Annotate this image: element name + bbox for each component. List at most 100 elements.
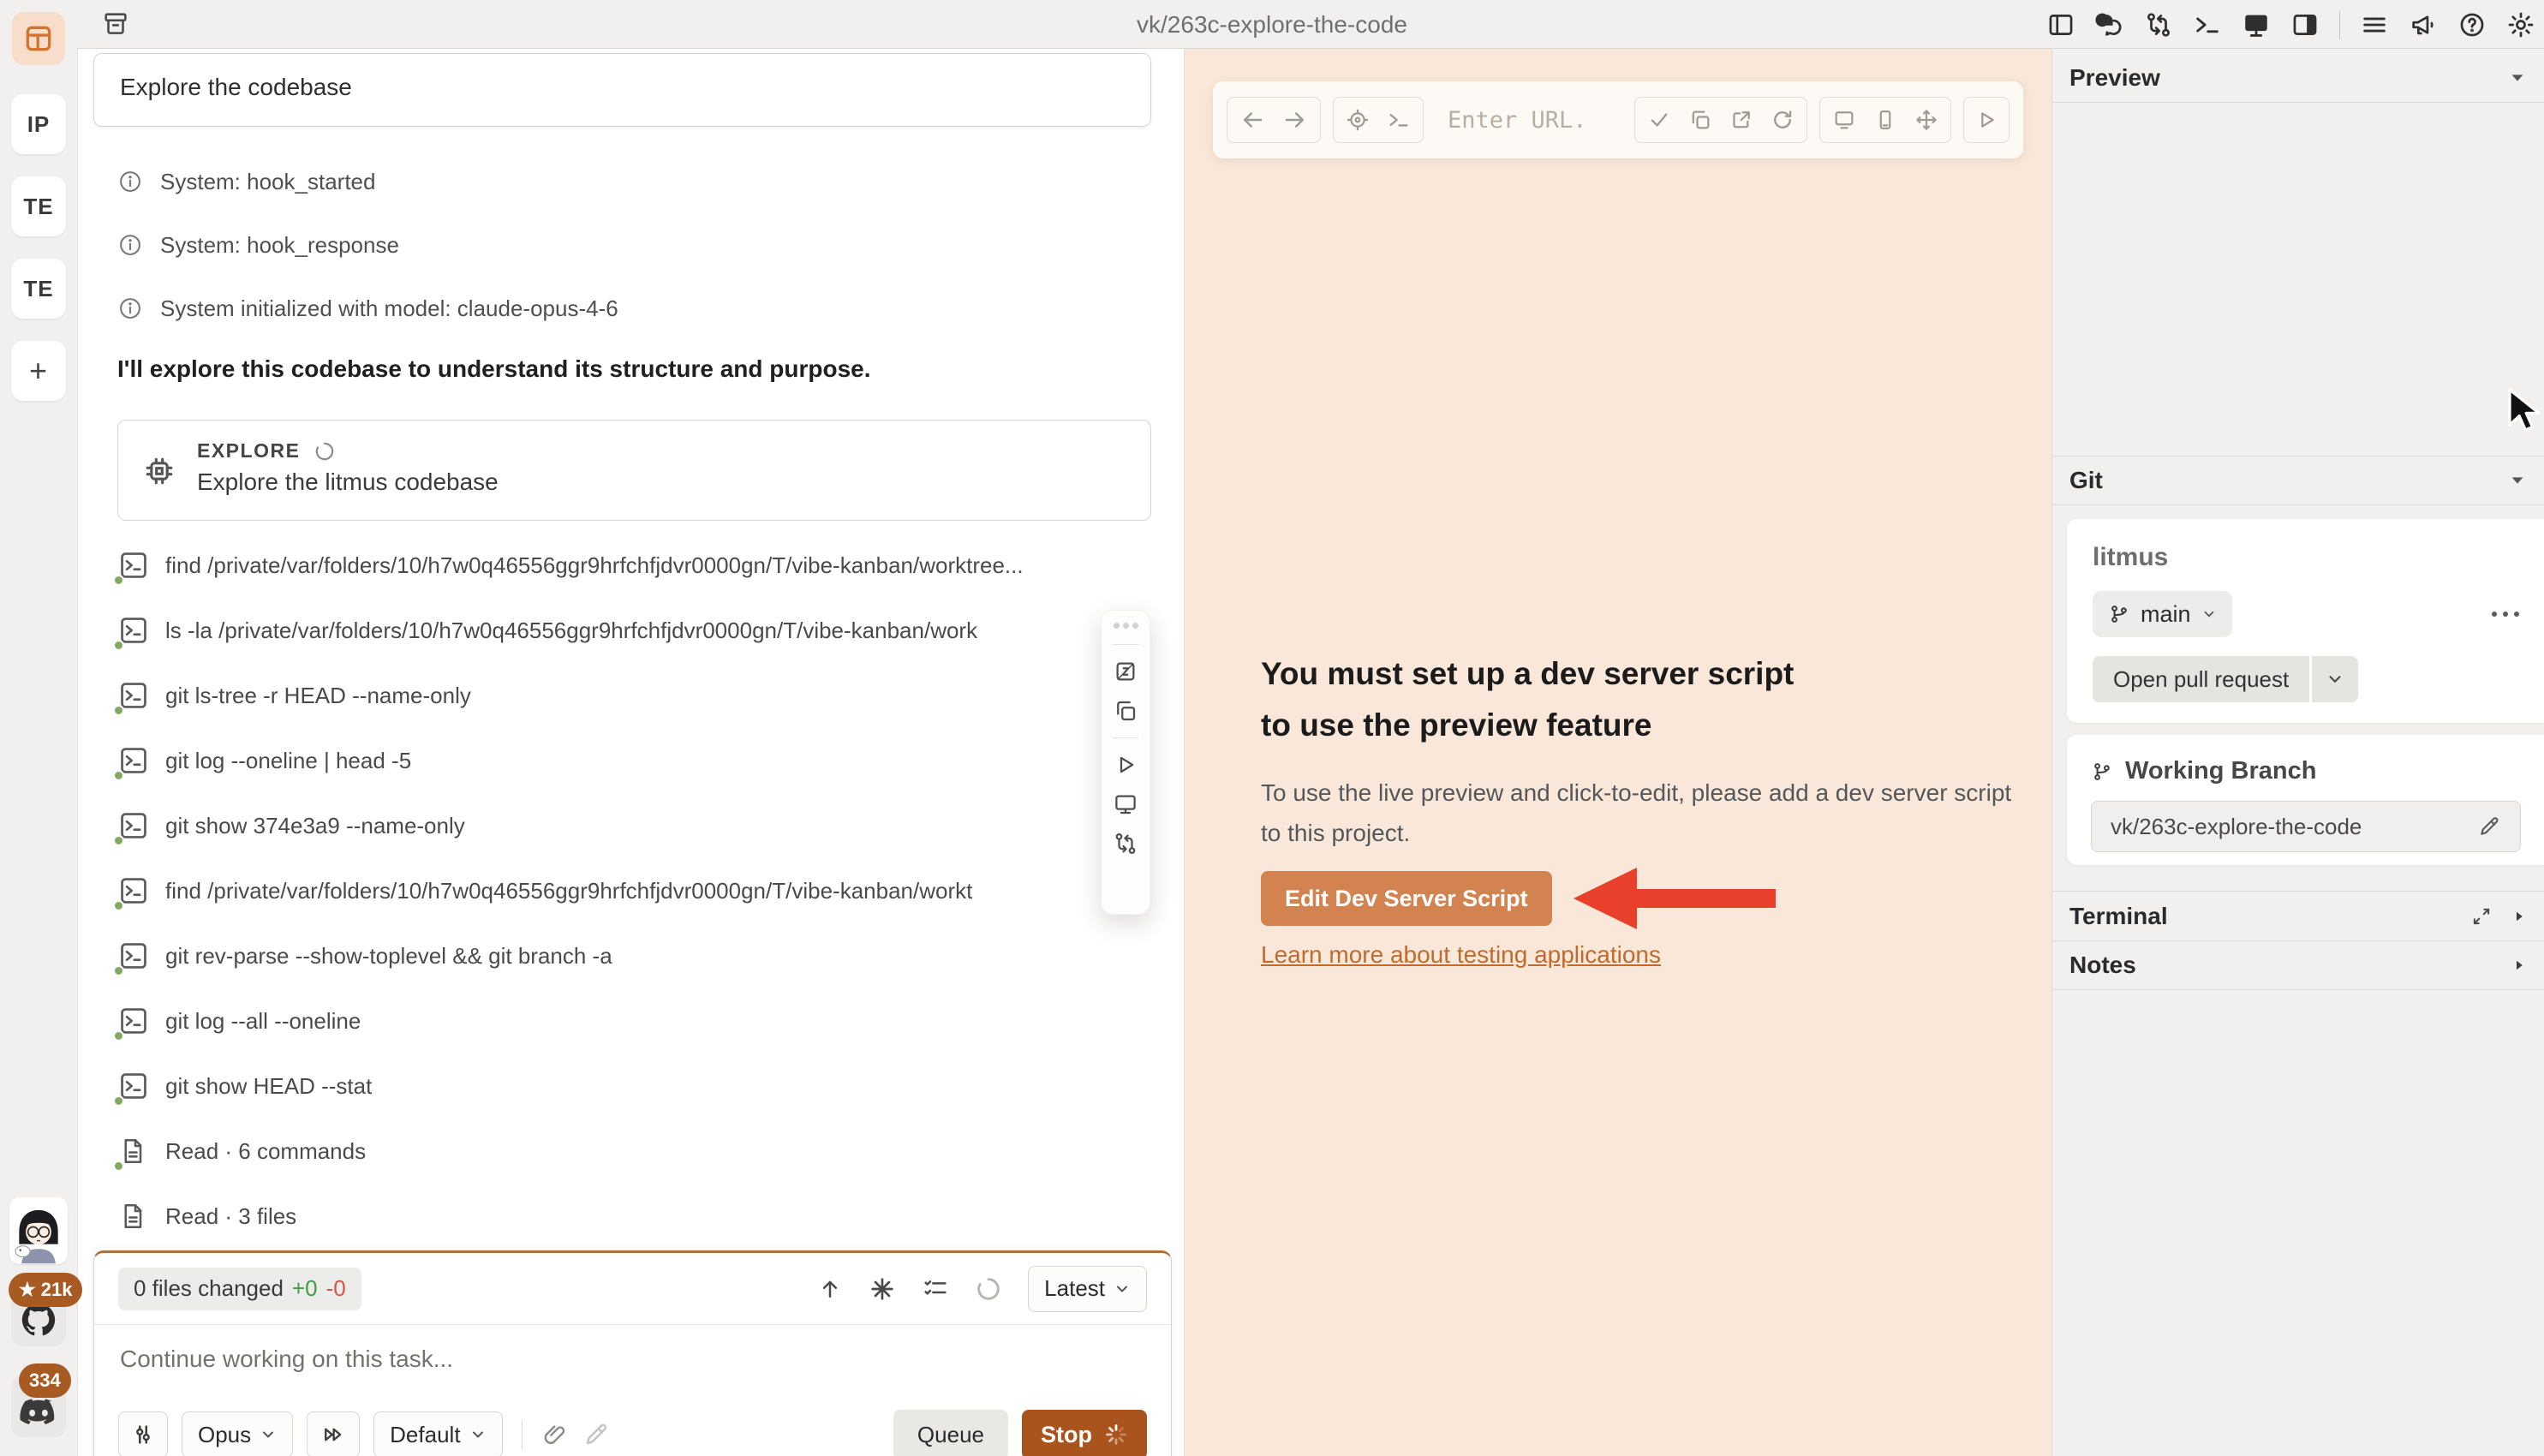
kanban-board-icon[interactable] (12, 12, 65, 65)
terminal-run-icon (117, 614, 150, 647)
panel-left-icon[interactable] (2046, 10, 2075, 39)
add-workspace-button[interactable]: + (11, 341, 66, 401)
workspace-tab-3[interactable]: TE (11, 259, 66, 319)
edit-pencil-icon[interactable] (2477, 815, 2501, 838)
git-compare-icon[interactable] (2144, 10, 2173, 39)
queue-button[interactable]: Queue (893, 1410, 1008, 1456)
triangle-down-icon (2508, 471, 2527, 490)
move-icon[interactable] (1914, 108, 1938, 132)
monitor-icon[interactable] (2242, 10, 2271, 39)
check-icon[interactable] (1647, 108, 1671, 132)
drag-handle[interactable] (1114, 623, 1138, 629)
latest-dropdown[interactable]: Latest (1028, 1266, 1147, 1312)
screenshot-icon[interactable] (1113, 659, 1138, 684)
notes-section-header[interactable]: Notes (2052, 940, 2544, 990)
command-row[interactable]: git ls-tree -r HEAD --name-only (78, 663, 1157, 728)
task-panel: Explore the codebase System: hook_starte… (77, 49, 1185, 1456)
copy-icon[interactable] (1113, 698, 1138, 724)
task-title-card[interactable]: Explore the codebase (93, 53, 1151, 127)
desktop-icon[interactable] (1832, 108, 1856, 132)
git-section-header[interactable]: Git (2052, 456, 2544, 505)
archive-icon[interactable] (101, 9, 130, 39)
mobile-icon[interactable] (1873, 108, 1897, 132)
terminal-icon[interactable] (1387, 108, 1411, 132)
git-compare-icon[interactable] (1113, 831, 1138, 856)
command-row[interactable]: git show HEAD --stat (78, 1053, 1157, 1119)
command-row[interactable]: git rev-parse --show-toplevel && git bra… (78, 923, 1157, 988)
megaphone-icon[interactable] (2409, 10, 2438, 39)
composer-input[interactable]: Continue working on this task... (94, 1325, 1171, 1373)
tool-label-row: EXPLORE (197, 439, 336, 462)
command-row[interactable]: find /private/var/folders/10/h7w0q46556g… (78, 858, 1157, 923)
stop-button[interactable]: Stop (1022, 1410, 1147, 1456)
panel-right-icon[interactable] (2290, 10, 2320, 39)
refresh-icon[interactable] (1771, 108, 1795, 132)
monitor-icon[interactable] (1113, 791, 1138, 817)
branch-dropdown[interactable]: main (2093, 591, 2232, 637)
play-icon[interactable] (1974, 108, 1998, 132)
preview-section-header[interactable]: Preview (2052, 53, 2544, 103)
external-link-icon[interactable] (1729, 108, 1753, 132)
topbar-actions (2046, 0, 2535, 49)
help-icon[interactable] (2457, 10, 2487, 39)
edit-dev-server-script-button[interactable]: Edit Dev Server Script (1261, 871, 1552, 926)
notes-header-label: Notes (2069, 952, 2136, 979)
pen-icon[interactable] (582, 1421, 610, 1448)
workspace-tab-2[interactable]: TE (11, 176, 66, 236)
files-changed-chip[interactable]: 0 files changed +0 -0 (118, 1268, 361, 1310)
working-branch-field[interactable]: vk/263c-explore-the-code (2091, 801, 2521, 852)
working-branch-card: Working Branch vk/263c-explore-the-code (2067, 735, 2544, 865)
sparkle-icon[interactable] (869, 1275, 896, 1303)
system-message: System: hook_response (160, 232, 399, 259)
workspace-tab-1[interactable]: IP (11, 94, 66, 154)
floating-toolbar (1101, 610, 1150, 915)
more-options-icon[interactable] (2492, 612, 2519, 617)
system-message-row: System: hook_started (117, 165, 375, 198)
back-icon[interactable] (1239, 107, 1265, 133)
working-branch-label: Working Branch (2125, 757, 2316, 785)
learn-more-link[interactable]: Learn more about testing applications (1261, 941, 1661, 969)
terminal-run-icon (117, 940, 150, 972)
model-dropdown[interactable]: Opus (182, 1411, 293, 1456)
open-pr-dropdown[interactable] (2312, 656, 2358, 702)
explore-tool-card[interactable]: EXPLORE Explore the litmus codebase (117, 420, 1151, 521)
play-icon[interactable] (1113, 752, 1138, 778)
command-row[interactable]: git show 374e3a9 --name-only (78, 793, 1157, 858)
terminal-icon[interactable] (2193, 10, 2222, 39)
expand-icon[interactable] (2470, 905, 2493, 928)
open-pull-request-button[interactable]: Open pull request (2093, 656, 2309, 702)
command-row[interactable]: git log --all --oneline (78, 988, 1157, 1053)
read-row[interactable]: Read · 3 files (78, 1184, 1157, 1249)
file-icon (117, 1135, 150, 1167)
github-stars-count: 21k (41, 1279, 73, 1301)
attach-icon[interactable] (541, 1421, 569, 1448)
locate-icon[interactable] (1346, 108, 1370, 132)
profile-dropdown[interactable]: Default (373, 1411, 502, 1456)
toolbar-divider (1113, 737, 1138, 738)
terminal-run-icon (117, 1005, 150, 1037)
additions-count: +0 (292, 1275, 318, 1302)
user-avatar[interactable] (9, 1197, 68, 1264)
scroll-up-icon[interactable] (817, 1276, 843, 1302)
settings-sliders-button[interactable] (118, 1411, 168, 1456)
forward-icon[interactable] (1282, 107, 1308, 133)
terminal-section-header[interactable]: Terminal (2052, 891, 2544, 940)
copy-icon[interactable] (1688, 108, 1712, 132)
discord-count-badge: 334 (19, 1364, 71, 1398)
workspace-rail: IP TE TE + ★ 21k (0, 0, 77, 1456)
command-row[interactable]: find /private/var/folders/10/h7w0q46556g… (78, 533, 1157, 598)
chat-bubbles-icon[interactable] (2095, 10, 2124, 39)
checklist-icon[interactable] (922, 1275, 949, 1303)
success-dot (113, 1030, 124, 1041)
command-row[interactable]: ls -la /private/var/folders/10/h7w0q4655… (78, 598, 1157, 663)
inspect-group (1333, 97, 1424, 143)
latest-label: Latest (1044, 1275, 1105, 1302)
fast-forward-button[interactable] (307, 1411, 360, 1456)
top-bar: vk/263c-explore-the-code (0, 0, 2544, 49)
chevron-down-icon (2326, 670, 2344, 689)
command-row[interactable]: git log --oneline | head -5 (78, 728, 1157, 793)
url-input[interactable]: Enter URL. (1436, 107, 1622, 134)
settings-icon[interactable] (2506, 10, 2535, 39)
menu-icon[interactable] (2360, 10, 2389, 39)
read-row[interactable]: Read · 6 commands (78, 1119, 1157, 1184)
